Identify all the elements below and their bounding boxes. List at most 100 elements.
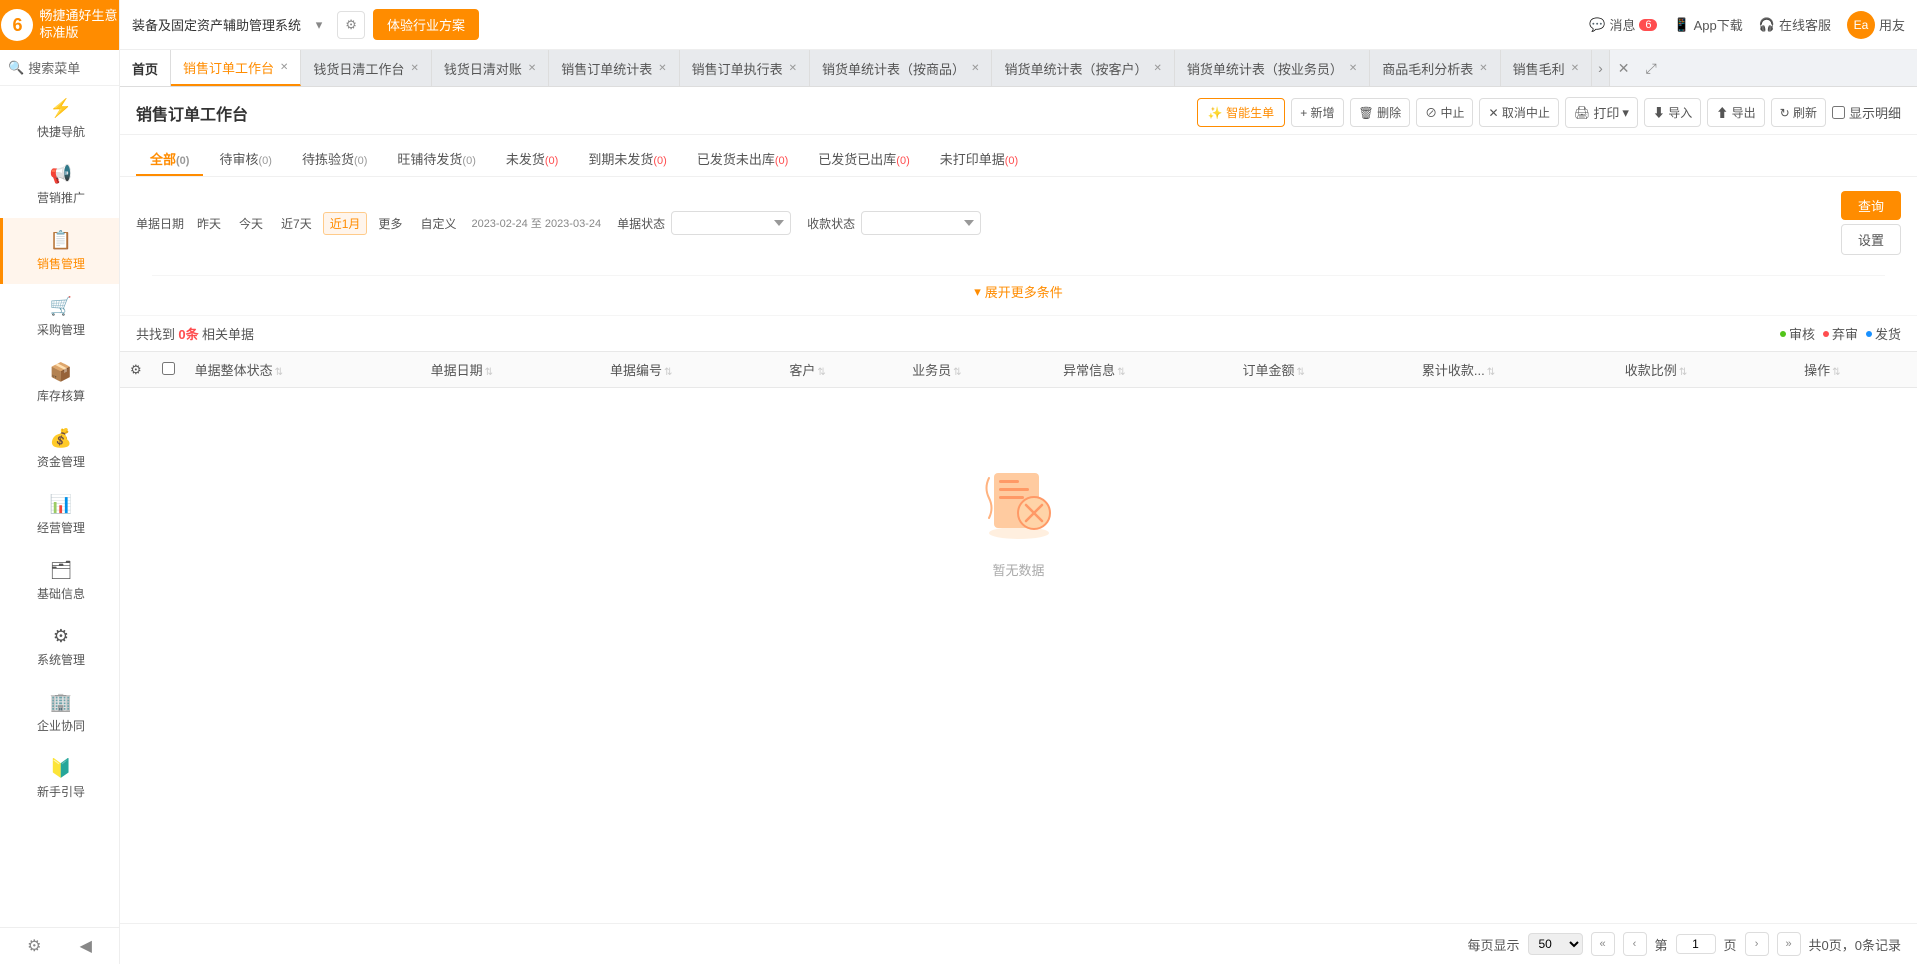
sidebar-item-enterprise[interactable]: 🏢企业协同 <box>0 680 119 746</box>
system-dropdown-btn[interactable]: ▾ <box>309 15 329 35</box>
col-header-bulk-action[interactable]: ⚙ <box>120 352 152 388</box>
app-download-btn[interactable]: 📱 App下载 <box>1673 15 1742 34</box>
tab-sales-summary-staff[interactable]: 销货单统计表（按业务员）✕ <box>1175 50 1370 86</box>
tab-close-sales-summary-staff[interactable]: ✕ <box>1349 63 1357 74</box>
operations-label: 经营管理 <box>37 519 85 536</box>
tab-gross-margin[interactable]: 商品毛利分析表✕ <box>1370 50 1500 86</box>
tab-sales-stat[interactable]: 销售订单统计表✕ <box>549 50 679 86</box>
sub-tab-overdue-not-shipped[interactable]: 到期未发货(0) <box>574 143 680 176</box>
first-page-btn[interactable]: « <box>1591 932 1615 956</box>
tab-sales-exec[interactable]: 销售订单执行表✕ <box>680 50 810 86</box>
tab-close-sales-summary-product[interactable]: ✕ <box>971 63 979 74</box>
page-input[interactable] <box>1676 934 1716 954</box>
query-btn[interactable]: 查询 <box>1841 191 1901 220</box>
tab-close-sales-exec[interactable]: ✕ <box>789 63 797 74</box>
tab-close-sales-gross[interactable]: ✕ <box>1571 63 1579 74</box>
sidebar-item-inventory[interactable]: 📦库存核算 <box>0 350 119 416</box>
sort-icon-staff[interactable]: ⇅ <box>953 367 961 378</box>
settings-icon[interactable]: ⚙ <box>27 936 41 956</box>
tab-close-gross-margin[interactable]: ✕ <box>1479 63 1487 74</box>
sub-tab-shipped-not-warehoused[interactable]: 已发货未出库(0) <box>683 143 802 176</box>
refresh-btn[interactable]: ↻ 刷新 <box>1771 98 1826 127</box>
date-btn-近7天[interactable]: 近7天 <box>274 212 319 235</box>
export-btn[interactable]: ⬆ 导出 <box>1707 98 1764 127</box>
sub-tab-all[interactable]: 全部(0) <box>136 143 203 176</box>
sidebar-item-base-info[interactable]: 🗂基础信息 <box>0 548 119 614</box>
sidebar-item-system[interactable]: ⚙系统管理 <box>0 614 119 680</box>
sub-tab-pending-inspect[interactable]: 待拣验货(0) <box>288 143 381 176</box>
tab-close-cash-reconcile[interactable]: ✕ <box>528 63 536 74</box>
sub-tab-wangpu-pending[interactable]: 旺铺待发货(0) <box>383 143 489 176</box>
import-btn[interactable]: ⬇ 导入 <box>1644 98 1701 127</box>
select-all-checkbox[interactable] <box>162 362 175 375</box>
page-size-select[interactable]: 102050100 <box>1528 933 1583 955</box>
date-btn-今天[interactable]: 今天 <box>232 212 270 235</box>
stop-btn[interactable]: ⊘ 中止 <box>1416 98 1473 127</box>
sort-icon-abnormal[interactable]: ⇅ <box>1117 367 1125 378</box>
smart-btn[interactable]: ✨ 智能生单 <box>1197 98 1285 127</box>
sidebar-item-marketing[interactable]: 📢营销推广 <box>0 152 119 218</box>
sub-tab-not-shipped[interactable]: 未发货(0) <box>492 143 572 176</box>
tab-close-sales-order-workbench[interactable]: ✕ <box>280 62 288 73</box>
date-btn-近1月[interactable]: 近1月 <box>323 212 368 235</box>
sort-icon-customer[interactable]: ⇅ <box>817 367 825 378</box>
ship-btn[interactable]: 发货 <box>1866 324 1901 343</box>
date-btn-自定义[interactable]: 自定义 <box>413 212 463 235</box>
user-area[interactable]: Ea 用友 <box>1847 11 1905 39</box>
sort-icon-date[interactable]: ⇅ <box>485 367 493 378</box>
status-select[interactable] <box>671 211 791 235</box>
sub-tab-not-printed[interactable]: 未打印单据(0) <box>926 143 1032 176</box>
sort-icon-operation[interactable]: ⇅ <box>1832 367 1840 378</box>
payment-select[interactable] <box>861 211 981 235</box>
online-service-btn[interactable]: 🎧 在线客服 <box>1759 15 1831 34</box>
add-btn[interactable]: + 新增 <box>1291 98 1343 127</box>
sidebar-item-purchase[interactable]: 🛒采购管理 <box>0 284 119 350</box>
tab-maximize-btn[interactable]: ⤢ <box>1637 50 1664 86</box>
tab-close-all-btn[interactable]: ✕ <box>1610 50 1638 86</box>
tab-sales-order-workbench[interactable]: 销售订单工作台✕ <box>171 50 301 86</box>
sort-icon-status[interactable]: ⇅ <box>275 367 283 378</box>
experience-btn[interactable]: 体验行业方案 <box>373 9 479 40</box>
sidebar-item-quick-nav[interactable]: ⚡快捷导航 <box>0 86 119 152</box>
tab-cash-reconcile[interactable]: 钱货日清对账✕ <box>432 50 549 86</box>
col-header-checkbox[interactable] <box>152 352 185 388</box>
sort-icon-ratio[interactable]: ⇅ <box>1679 367 1687 378</box>
set-btn[interactable]: 设置 <box>1841 224 1901 255</box>
tab-close-cash-daily[interactable]: ✕ <box>410 63 418 74</box>
sidebar-item-operations[interactable]: 📊经营管理 <box>0 482 119 548</box>
tab-home[interactable]: 首页 <box>120 50 171 86</box>
date-btn-更多[interactable]: 更多 <box>371 212 409 235</box>
cancel-stop-btn[interactable]: ✕ 取消中止 <box>1479 98 1558 127</box>
tab-sales-summary-product[interactable]: 销货单统计表（按商品）✕ <box>810 50 992 86</box>
sidebar-item-guide[interactable]: 🔰新手引导 <box>0 746 119 812</box>
last-page-btn[interactable]: » <box>1777 932 1801 956</box>
tab-sales-summary-customer[interactable]: 销货单统计表（按客户）✕ <box>992 50 1174 86</box>
sidebar-item-sales[interactable]: 📋销售管理 <box>0 218 119 284</box>
prev-page-btn[interactable]: ‹ <box>1623 932 1647 956</box>
cancel-review-btn[interactable]: 弃审 <box>1823 324 1858 343</box>
next-page-btn[interactable]: › <box>1745 932 1769 956</box>
sub-tab-pending-review[interactable]: 待审核(0) <box>205 143 285 176</box>
content-area: 销售订单工作台 ✨ 智能生单 + 新增 🗑 删除 ⊘ 中止 ✕ 取消中止 🖨 打… <box>120 87 1917 964</box>
sort-icon-collected[interactable]: ⇅ <box>1487 367 1495 378</box>
print-btn[interactable]: 🖨 打印 ▾ <box>1565 97 1638 128</box>
tab-cash-daily[interactable]: 钱货日清工作台✕ <box>301 50 431 86</box>
date-btn-昨天[interactable]: 昨天 <box>190 212 228 235</box>
message-btn[interactable]: 💬 消息 6 <box>1589 15 1657 34</box>
sidebar-item-finance[interactable]: 💰资金管理 <box>0 416 119 482</box>
search-menu[interactable]: 🔍 搜索菜单 <box>0 50 119 86</box>
sort-icon-number[interactable]: ⇅ <box>664 367 672 378</box>
expand-btn[interactable]: ▾ 展开更多条件 <box>974 282 1063 301</box>
tab-close-sales-stat[interactable]: ✕ <box>658 63 666 74</box>
review-btn[interactable]: 审核 <box>1780 324 1815 343</box>
show-detail-checkbox[interactable] <box>1832 106 1845 119</box>
col-settings-icon[interactable]: ⚙ <box>130 362 142 377</box>
tab-close-sales-summary-customer[interactable]: ✕ <box>1153 63 1161 74</box>
tab-sales-gross[interactable]: 销售毛利✕ <box>1501 50 1592 86</box>
header-settings-btn[interactable]: ⚙ <box>337 11 365 39</box>
delete-btn[interactable]: 🗑 删除 <box>1350 98 1411 127</box>
sub-tab-shipped-warehoused[interactable]: 已发货已出库(0) <box>804 143 923 176</box>
tab-scroll-right-btn[interactable]: › <box>1592 50 1610 86</box>
sort-icon-amount[interactable]: ⇅ <box>1297 367 1305 378</box>
collapse-icon[interactable]: ◀ <box>80 936 92 956</box>
